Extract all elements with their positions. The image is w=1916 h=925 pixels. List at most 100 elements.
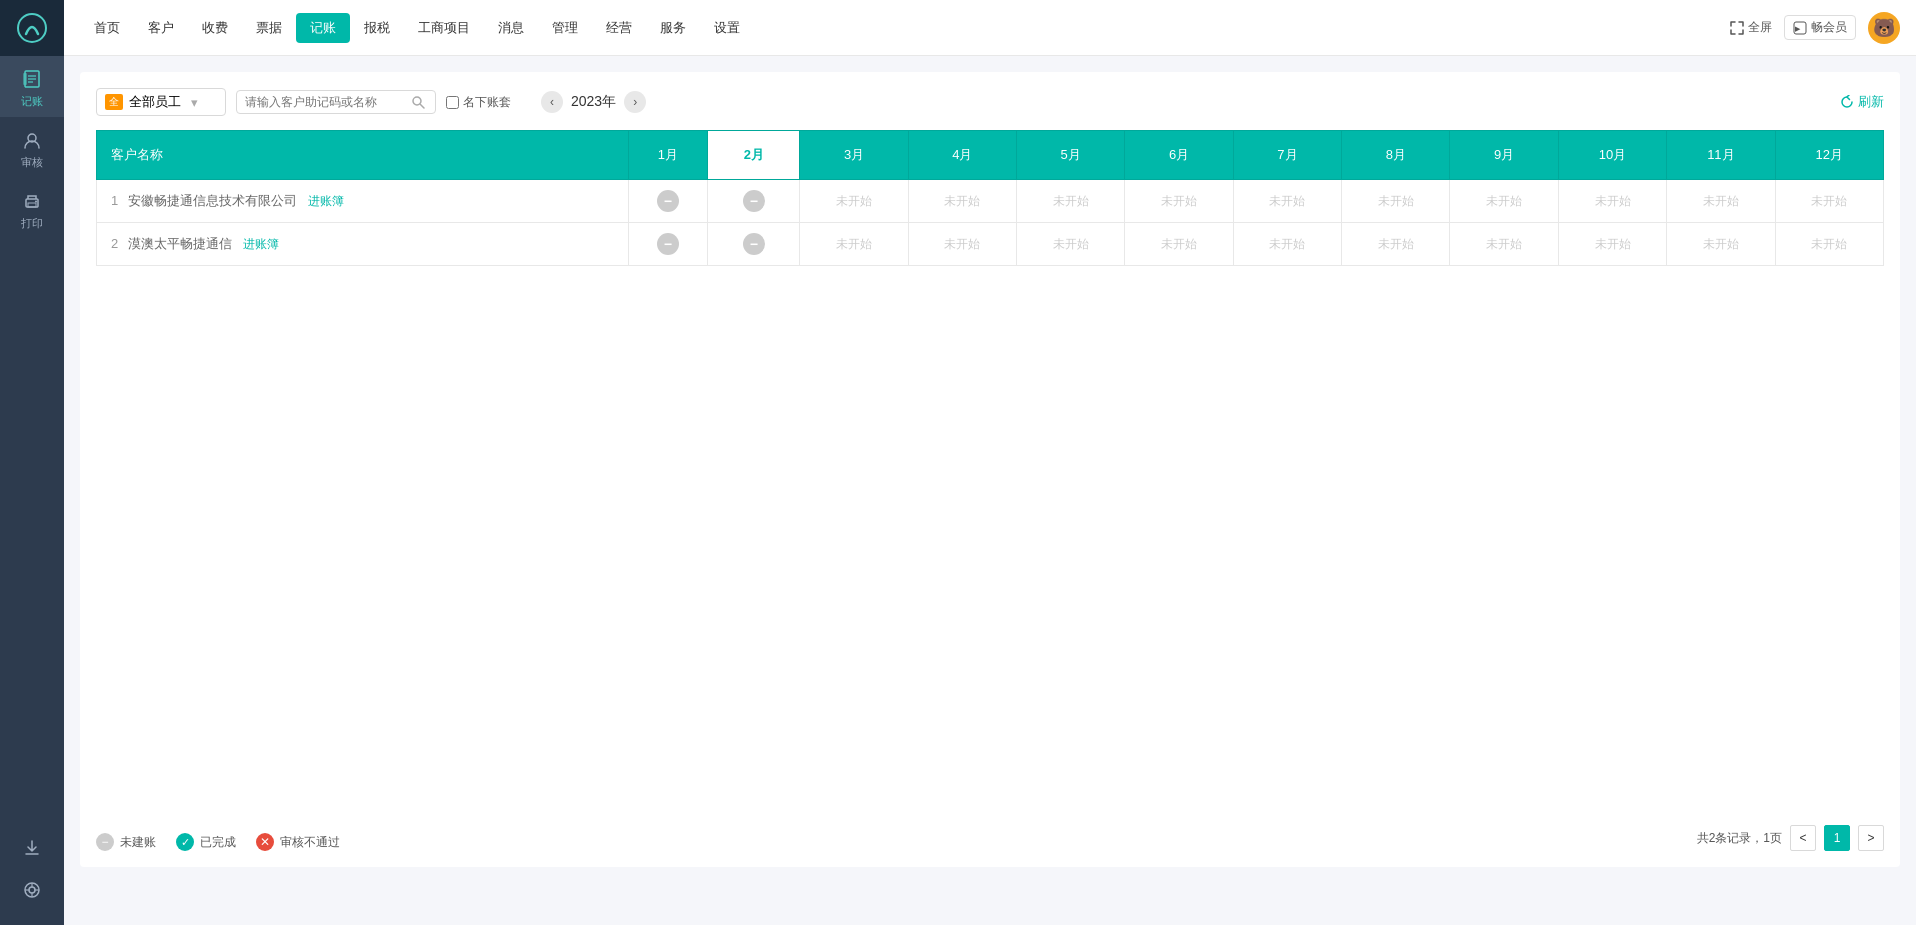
table-row: 1 安徽畅捷通信息技术有限公司 进账簿 − − 未开始 <box>97 180 1884 223</box>
legend-completed: ✓ 已完成 <box>176 833 236 851</box>
sidebar-item-audit[interactable]: 审核 <box>0 117 64 178</box>
col-feb: 2月 <box>708 131 800 180</box>
top-navbar: 首页 客户 收费 票据 记账 报税 工商项目 消息 管理 经营 服务 设置 全屏… <box>64 0 1916 56</box>
fullscreen-button[interactable]: 全屏 <box>1730 19 1772 36</box>
vip-icon: ▶ <box>1793 21 1807 35</box>
ledger-icon <box>21 68 43 90</box>
not-started-label: 未开始 <box>1486 194 1522 208</box>
legend-rejected-label: 审核不通过 <box>280 834 340 851</box>
status-aug-2: 未开始 <box>1342 223 1450 266</box>
status-jul-2: 未开始 <box>1233 223 1341 266</box>
nav-ledger[interactable]: 记账 <box>296 13 350 43</box>
sidebar-item-download[interactable] <box>0 825 64 867</box>
status-mar-2: 未开始 <box>800 223 908 266</box>
nav-business[interactable]: 工商项目 <box>404 13 484 43</box>
user-avatar[interactable]: 🐻 <box>1868 12 1900 44</box>
audit-icon <box>21 129 43 151</box>
not-started-label: 未开始 <box>836 194 872 208</box>
table-body: 1 安徽畅捷通信息技术有限公司 进账簿 − − 未开始 <box>97 180 1884 266</box>
col-jul: 7月 <box>1233 131 1341 180</box>
nav-operate[interactable]: 经营 <box>592 13 646 43</box>
nav-home[interactable]: 首页 <box>80 13 134 43</box>
footer-legend: − 未建账 ✓ 已完成 ✕ 审核不通过 <box>96 833 340 851</box>
col-nov: 11月 <box>1667 131 1775 180</box>
status-sep-1: 未开始 <box>1450 180 1558 223</box>
enter-ledger-link-2[interactable]: 进账簿 <box>243 237 279 251</box>
nav-settings[interactable]: 设置 <box>700 13 754 43</box>
vip-button[interactable]: ▶ 畅会员 <box>1784 15 1856 40</box>
status-sep-2: 未开始 <box>1450 223 1558 266</box>
not-started-label: 未开始 <box>944 237 980 251</box>
not-started-label: 未开始 <box>1161 237 1197 251</box>
sidebar-item-audit-label: 审核 <box>21 155 43 170</box>
legend-completed-label: 已完成 <box>200 834 236 851</box>
nav-manage[interactable]: 管理 <box>538 13 592 43</box>
fullscreen-icon <box>1730 21 1744 35</box>
sidebar-item-print-label: 打印 <box>21 216 43 231</box>
sidebar-item-ledger[interactable]: 记账 <box>0 56 64 117</box>
status-oct-1: 未开始 <box>1558 180 1666 223</box>
not-started-label: 未开始 <box>1269 194 1305 208</box>
legend-red-icon: ✕ <box>256 833 274 851</box>
toolbar: 全 全部员工 ▾ 名下账套 ‹ 2023年 <box>96 88 1884 116</box>
search-icon[interactable] <box>411 95 425 109</box>
nav-billing[interactable]: 收费 <box>188 13 242 43</box>
status-mar-1: 未开始 <box>800 180 908 223</box>
client-cell-1: 1 安徽畅捷通信息技术有限公司 进账簿 <box>97 180 629 223</box>
not-started-label: 未开始 <box>1595 237 1631 251</box>
status-jun-2: 未开始 <box>1125 223 1233 266</box>
col-mar: 3月 <box>800 131 908 180</box>
status-dash-icon: − <box>743 190 765 212</box>
status-may-2: 未开始 <box>1017 223 1125 266</box>
sidebar-item-support[interactable] <box>0 867 64 909</box>
status-aug-1: 未开始 <box>1342 180 1450 223</box>
not-started-label: 未开始 <box>1811 194 1847 208</box>
nav-tax[interactable]: 报税 <box>350 13 404 43</box>
not-started-label: 未开始 <box>1703 237 1739 251</box>
current-month-badge: 2月 <box>740 141 768 169</box>
employee-badge: 全 <box>105 94 123 110</box>
col-may: 5月 <box>1017 131 1125 180</box>
nav-invoice[interactable]: 票据 <box>242 13 296 43</box>
fullscreen-label: 全屏 <box>1748 19 1772 36</box>
status-feb-1: − <box>708 180 800 223</box>
col-jan: 1月 <box>628 131 708 180</box>
legend-not-created: − 未建账 <box>96 833 156 851</box>
search-input-wrap <box>236 90 436 114</box>
refresh-button[interactable]: 刷新 <box>1840 93 1884 111</box>
col-sep: 9月 <box>1450 131 1558 180</box>
prev-year-button[interactable]: ‹ <box>541 91 563 113</box>
not-started-label: 未开始 <box>944 194 980 208</box>
page-content: 全 全部员工 ▾ 名下账套 ‹ 2023年 <box>64 56 1916 925</box>
legend-green-icon: ✓ <box>176 833 194 851</box>
legend-gray-icon: − <box>96 833 114 851</box>
app-logo <box>0 0 64 56</box>
nav-message[interactable]: 消息 <box>484 13 538 43</box>
print-icon <box>21 190 43 212</box>
nav-client[interactable]: 客户 <box>134 13 188 43</box>
row-index-2: 2 <box>111 236 118 251</box>
own-accounts-label: 名下账套 <box>463 94 511 111</box>
col-apr: 4月 <box>908 131 1016 180</box>
nav-service[interactable]: 服务 <box>646 13 700 43</box>
own-accounts-checkbox[interactable] <box>446 96 459 109</box>
not-started-label: 未开始 <box>1378 237 1414 251</box>
employee-select[interactable]: 全 全部员工 ▾ <box>96 88 226 116</box>
status-jan-2: − <box>628 223 708 266</box>
page-1-button[interactable]: 1 <box>1824 825 1850 851</box>
col-jun: 6月 <box>1125 131 1233 180</box>
prev-page-button[interactable]: < <box>1790 825 1816 851</box>
status-apr-2: 未开始 <box>908 223 1016 266</box>
sidebar-item-print[interactable]: 打印 <box>0 178 64 239</box>
next-year-button[interactable]: › <box>624 91 646 113</box>
col-client-name: 客户名称 <box>97 131 629 180</box>
not-started-label: 未开始 <box>1703 194 1739 208</box>
enter-ledger-link-1[interactable]: 进账簿 <box>308 194 344 208</box>
sidebar-item-ledger-label: 记账 <box>21 94 43 109</box>
download-icon <box>21 837 43 859</box>
own-accounts-checkbox-label[interactable]: 名下账套 <box>446 94 511 111</box>
next-page-button[interactable]: > <box>1858 825 1884 851</box>
search-input[interactable] <box>245 95 405 109</box>
status-apr-1: 未开始 <box>908 180 1016 223</box>
year-navigation: ‹ 2023年 › <box>541 91 646 113</box>
